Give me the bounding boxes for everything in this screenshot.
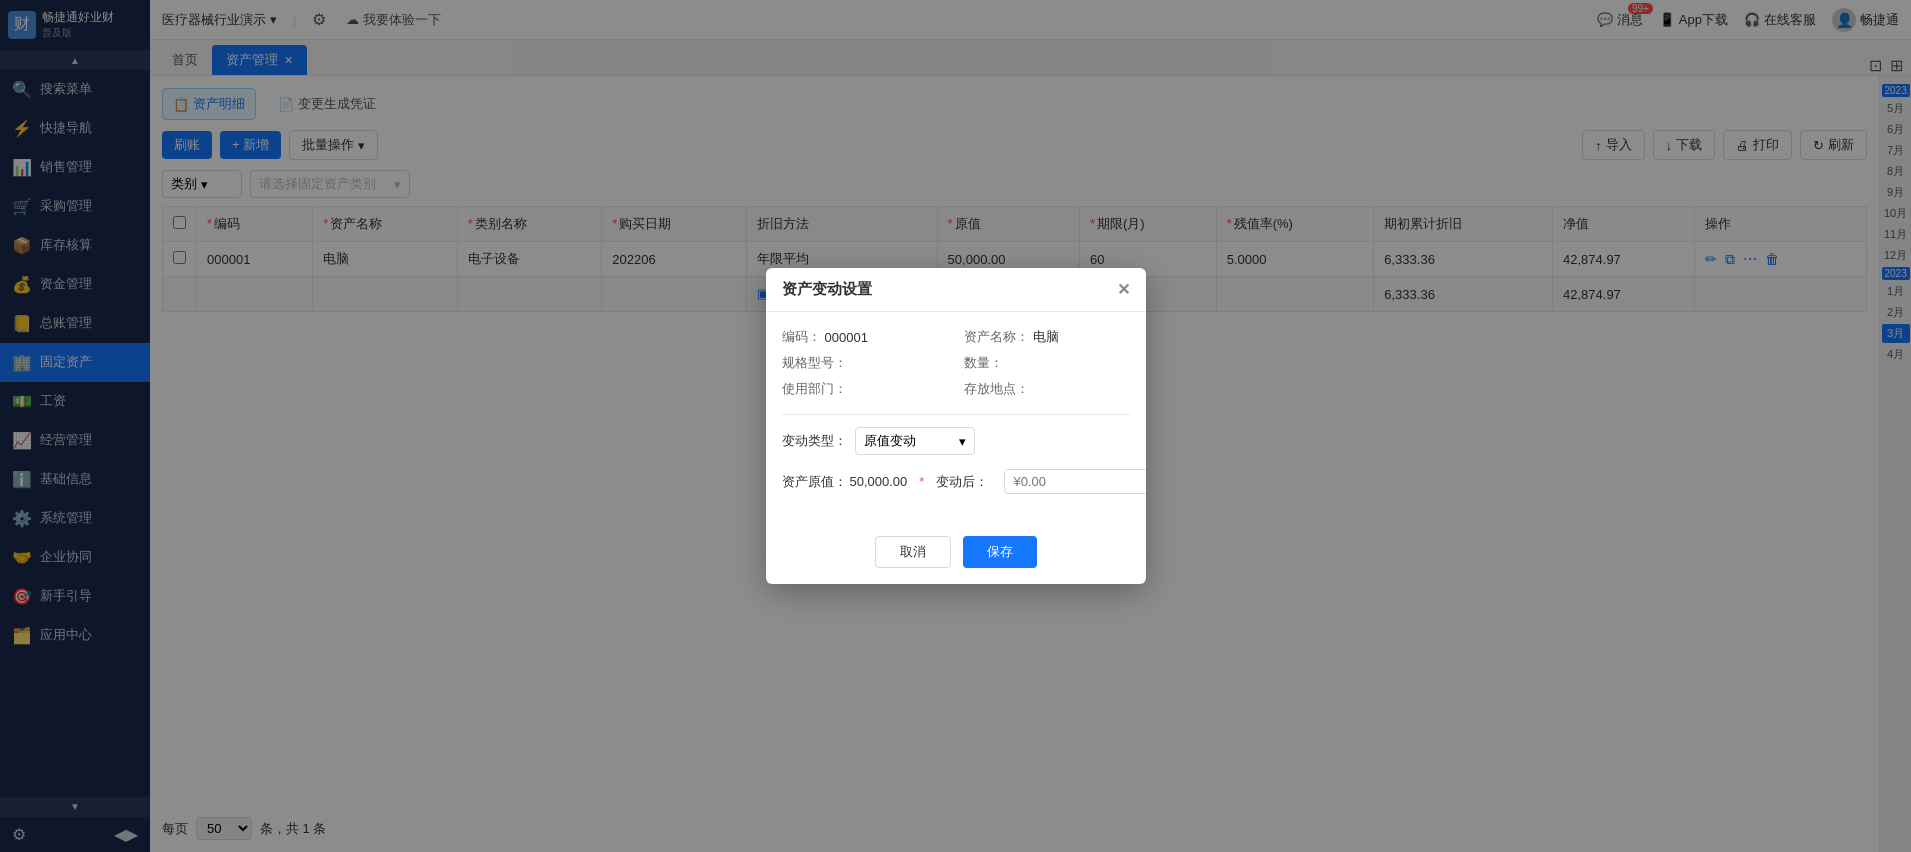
asset-change-dialog: 资产变动设置 ✕ 编码： 000001 资产名称： 电脑 规格型号： 数量： [766,268,1146,584]
dialog-department-row: 使用部门： [782,380,948,398]
after-change-input[interactable] [1004,469,1145,494]
dialog-body: 编码： 000001 资产名称： 电脑 规格型号： 数量： 使用部门： [766,312,1146,524]
code-label: 编码： [782,328,821,346]
spec-label: 规格型号： [782,354,847,372]
change-type-select[interactable]: 原值变动 ▾ [855,427,975,455]
cancel-button[interactable]: 取消 [875,536,951,568]
department-label: 使用部门： [782,380,847,398]
dialog-location-row: 存放地点： [964,380,1130,398]
code-value: 000001 [825,330,868,345]
dialog-footer: 取消 保存 [766,524,1146,584]
required-star: * [919,474,924,489]
change-type-label: 变动类型： [782,432,847,450]
change-type-value: 原值变动 [864,432,916,450]
dialog-header: 资产变动设置 ✕ [766,268,1146,312]
dialog-code-row: 编码： 000001 [782,328,948,346]
save-button[interactable]: 保存 [963,536,1037,568]
location-label: 存放地点： [964,380,1029,398]
change-type-chevron-icon: ▾ [959,434,966,449]
original-value-label: 资产原值： [782,473,842,491]
quantity-label: 数量： [964,354,1003,372]
dialog-name-row: 资产名称： 电脑 [964,328,1130,346]
after-change-label: 变动后： [936,473,996,491]
dialog-title: 资产变动设置 [782,280,872,299]
dialog-quantity-row: 数量： [964,354,1130,372]
name-value: 电脑 [1033,328,1059,346]
change-type-row: 变动类型： 原值变动 ▾ [782,427,1130,455]
dialog-close-icon[interactable]: ✕ [1117,280,1130,299]
dialog-info-grid: 编码： 000001 资产名称： 电脑 规格型号： 数量： 使用部门： [782,328,1130,398]
original-value-display: 50,000.00 [850,474,908,489]
dialog-spec-row: 规格型号： [782,354,948,372]
name-label: 资产名称： [964,328,1029,346]
dialog-divider [782,414,1130,415]
original-value-row: 资产原值： 50,000.00 * 变动后： [782,469,1130,494]
dialog-overlay: 资产变动设置 ✕ 编码： 000001 资产名称： 电脑 规格型号： 数量： [0,0,1911,852]
